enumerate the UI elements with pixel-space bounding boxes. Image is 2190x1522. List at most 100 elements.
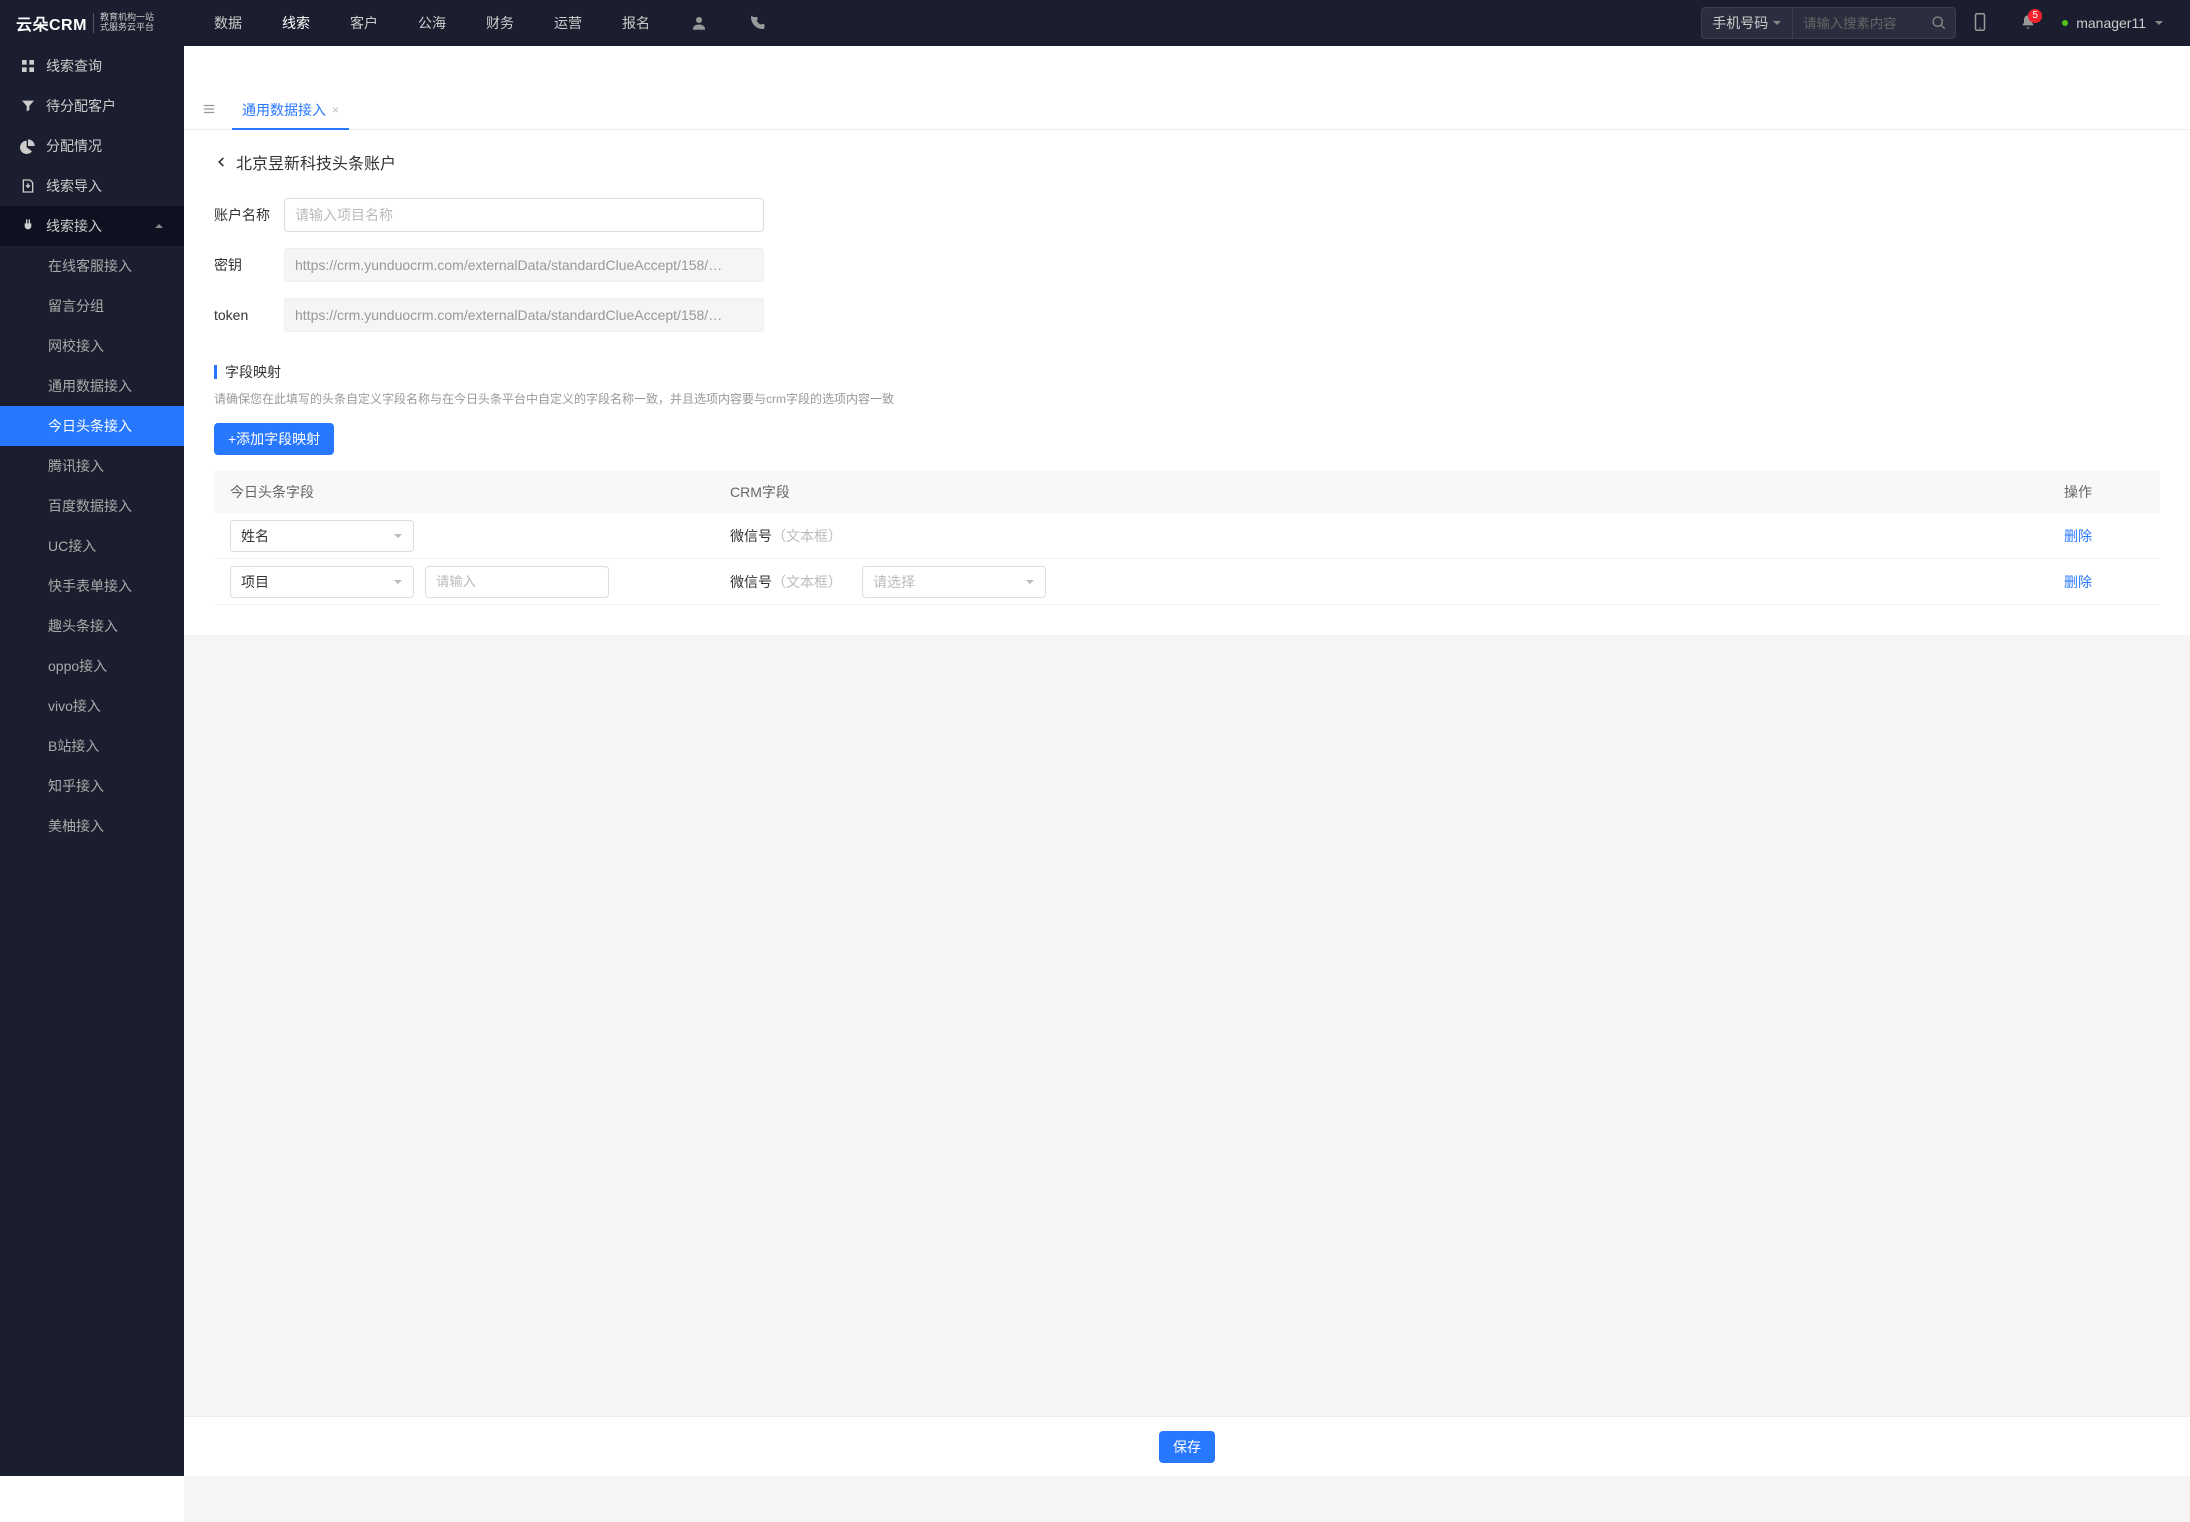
nav-item[interactable]: 客户 [330,0,398,46]
back-button[interactable] [214,154,228,170]
token-label: token [214,307,284,323]
nav-item[interactable]: 公海 [398,0,466,46]
crm-field-name: 微信号 [730,526,772,546]
chevron-down-icon [1772,18,1782,28]
search-type-select[interactable]: 手机号码 [1702,8,1793,38]
delete-row-button[interactable]: 删除 [2064,528,2092,544]
chevron-up-icon [154,221,164,231]
pie-icon [20,138,36,154]
sidebar-subitem[interactable]: vivo接入 [0,686,184,726]
sidebar-subitem[interactable]: 腾讯接入 [0,446,184,486]
footer-bar: 保存 [184,1416,2190,1476]
sidebar-item-label: 线索查询 [46,56,102,76]
main-area: 通用数据接入 × 北京昱新科技头条账户 账户名称 密钥 token 字段映射 请… [184,92,2190,1522]
phone-icon [748,14,766,32]
search-icon [1931,15,1947,31]
sidebar-item[interactable]: 线索导入 [0,166,184,206]
nav-item[interactable]: 数据 [194,0,262,46]
toutiao-field-select[interactable]: 姓名 [230,520,414,552]
logo: 云朵CRM 教育机构一站 式服务云平台 [16,8,154,38]
sidebar-item[interactable]: 待分配客户 [0,86,184,126]
menu-icon [202,102,216,116]
page-title-row: 北京昱新科技头条账户 [214,150,2160,174]
mapping-table: 今日头条字段 CRM字段 操作 姓名微信号（文本框）删除项目微信号（文本框）请选… [214,471,2160,605]
account-name-label: 账户名称 [214,205,284,225]
secret-label: 密钥 [214,255,284,275]
chevron-down-icon [393,531,403,541]
mobile-icon [1972,13,1988,31]
sidebar-subitem[interactable]: oppo接入 [0,646,184,686]
sidebar-item-label: 线索导入 [46,176,102,196]
secret-input[interactable] [284,248,764,282]
tabs-collapse-button[interactable] [194,98,224,123]
person-plus-icon [690,14,708,32]
sidebar-subitem[interactable]: 在线客服接入 [0,246,184,286]
save-button[interactable]: 保存 [1159,1431,1215,1463]
chevron-down-icon [1025,577,1035,587]
export-icon [20,178,36,194]
account-name-input[interactable] [284,198,764,232]
notification-badge: 5 [2028,9,2042,23]
search-type-label: 手机号码 [1712,13,1768,33]
add-mapping-button[interactable]: +添加字段映射 [214,423,334,455]
logo-subtitle-2: 式服务云平台 [100,23,154,33]
nav-phone-icon[interactable] [728,0,786,46]
token-input[interactable] [284,298,764,332]
sidebar-subitem[interactable]: 网校接入 [0,326,184,366]
sidebar-subitem[interactable]: B站接入 [0,726,184,766]
page-title: 北京昱新科技头条账户 [236,150,396,174]
sidebar-subitem[interactable]: 今日头条接入 [0,406,184,446]
content: 北京昱新科技头条账户 账户名称 密钥 token 字段映射 请确保您在此填写的头… [184,130,2190,635]
col-action: 操作 [2064,482,2144,502]
sidebar-subitem[interactable]: 美柚接入 [0,806,184,846]
table-header: 今日头条字段 CRM字段 操作 [214,471,2160,513]
mapping-hint: 请确保您在此填写的头条自定义字段名称与在今日头条平台中自定义的字段名称一致，并且… [214,390,2160,407]
toutiao-field-select[interactable]: 项目 [230,566,414,598]
crm-field-type: （文本框） [772,572,842,592]
sidebar-item-label: 线索接入 [46,216,102,236]
tab-bar: 通用数据接入 × [184,92,2190,130]
sidebar-subitem[interactable]: 趣头条接入 [0,606,184,646]
sidebar-item[interactable]: 线索接入 [0,206,184,246]
crm-field-type: （文本框） [772,526,842,546]
mobile-icon-button[interactable] [1956,13,2004,34]
chevron-down-icon [2154,18,2164,28]
nav-item[interactable]: 线索 [262,0,330,46]
search-button[interactable] [1923,15,1955,31]
delete-row-button[interactable]: 删除 [2064,574,2092,590]
chevron-left-icon [214,154,228,170]
toutiao-field-input[interactable] [425,566,609,598]
mapping-section-title: 字段映射 [214,362,2160,382]
notification-button[interactable]: 5 [2004,13,2052,34]
sidebar-item[interactable]: 分配情况 [0,126,184,166]
search-input[interactable] [1793,16,1923,31]
col-toutiao: 今日头条字段 [230,482,730,502]
search-bar: 手机号码 [1701,7,1956,39]
tab-label: 通用数据接入 [242,100,326,120]
nav-item[interactable]: 运营 [534,0,602,46]
user-menu[interactable]: manager11 [2052,15,2174,31]
sidebar-subitem[interactable]: 快手表单接入 [0,566,184,606]
nav-item[interactable]: 报名 [602,0,670,46]
sidebar-subitem[interactable]: 知乎接入 [0,766,184,806]
sidebar-item[interactable]: 线索查询 [0,46,184,86]
nav-user-icon[interactable] [670,0,728,46]
sidebar-subitem[interactable]: 百度数据接入 [0,486,184,526]
col-crm: CRM字段 [730,482,2064,502]
table-row: 姓名 微信号（文本框） 删除 [214,513,2160,559]
logo-text: 云朵CRM [16,11,87,35]
grid-icon [20,58,36,74]
sidebar-subitem[interactable]: UC接入 [0,526,184,566]
table-row: 项目微信号（文本框）请选择删除 [214,559,2160,605]
chevron-down-icon [393,577,403,587]
sidebar-subitem[interactable]: 留言分组 [0,286,184,326]
sidebar-subitem[interactable]: 通用数据接入 [0,366,184,406]
nav-item[interactable]: 财务 [466,0,534,46]
main-nav: 数据线索客户公海财务运营报名 [194,0,670,46]
tab-active[interactable]: 通用数据接入 × [232,92,349,130]
sidebar-item-label: 待分配客户 [46,96,116,116]
status-dot [2062,20,2068,26]
crm-field-select[interactable]: 请选择 [862,566,1046,598]
sidebar: 线索查询待分配客户分配情况线索导入线索接入在线客服接入留言分组网校接入通用数据接… [0,46,184,1476]
tab-close-button[interactable]: × [332,103,339,117]
